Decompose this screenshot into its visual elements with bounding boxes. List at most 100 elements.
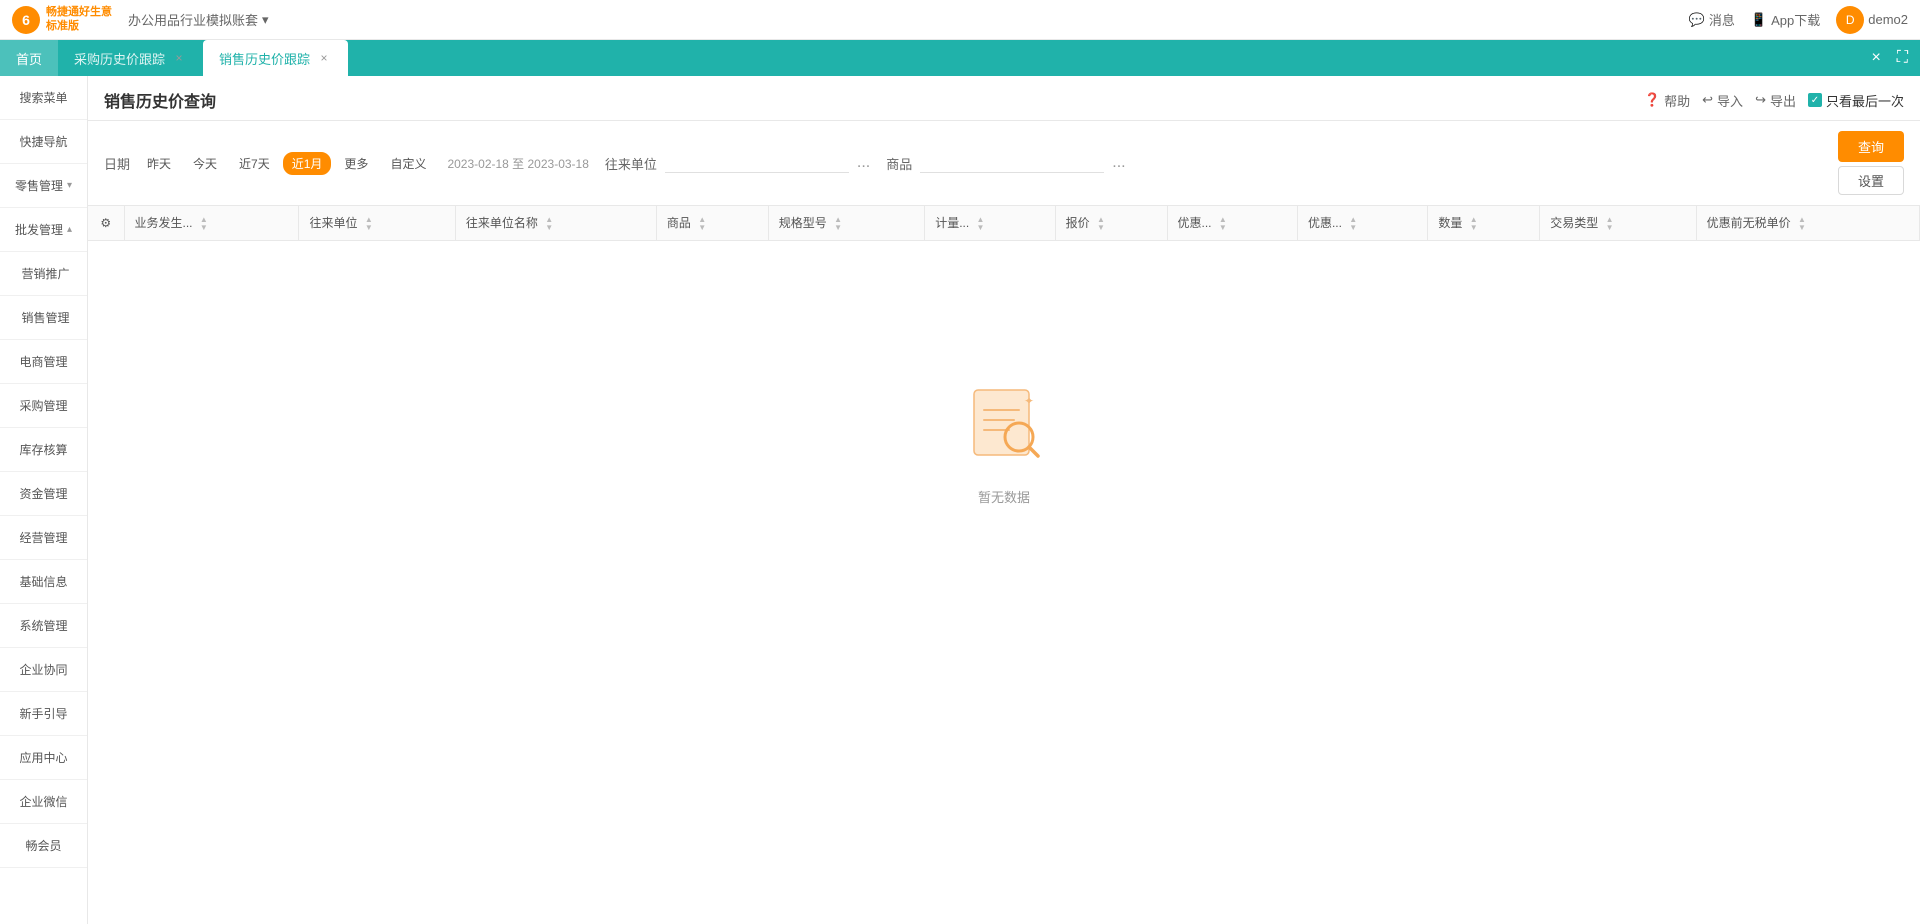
col-spec[interactable]: 规格型号 ▲▼ <box>768 206 924 240</box>
query-btn[interactable]: 查询 <box>1838 131 1904 162</box>
help-label: 帮助 <box>1664 91 1690 110</box>
only-last-checkbox-label[interactable]: ✓ 只看最后一次 <box>1808 91 1904 110</box>
sidebar-item-retail-mgmt[interactable]: 零售管理 ▾ <box>0 164 87 208</box>
logo-icon: 6 <box>12 6 40 34</box>
table-container: ⚙ 业务发生... ▲▼ 往来单位 ▲▼ 往来单位名称 ▲▼ <box>88 206 1920 924</box>
col-pre-tax-price[interactable]: 优惠前无税单价 ▲▼ <box>1696 206 1919 240</box>
col-discount2[interactable]: 优惠... ▲▼ <box>1297 206 1427 240</box>
sidebar-label-retail-mgmt: 零售管理 <box>15 177 63 194</box>
tab-sales-history-close[interactable]: × <box>316 50 332 66</box>
col-partner-name[interactable]: 往来单位名称 ▲▼ <box>455 206 656 240</box>
retail-arrow-icon: ▾ <box>67 180 72 191</box>
sidebar-item-new-guide[interactable]: 新手引导 <box>0 692 87 736</box>
col-unit[interactable]: 计量... ▲▼ <box>925 206 1055 240</box>
col-discount1[interactable]: 优惠... ▲▼ <box>1167 206 1297 240</box>
settings-btn[interactable]: 设置 <box>1838 166 1904 195</box>
message-icon: 💬 <box>1689 12 1705 28</box>
col-goods[interactable]: 商品 ▲▼ <box>656 206 768 240</box>
wholesale-arrow-icon: ▴ <box>67 224 72 235</box>
sidebar-item-app-center[interactable]: 应用中心 <box>0 736 87 780</box>
sort-arrows-unit: ▲▼ <box>977 216 985 232</box>
page-header: 销售历史价查询 ❓ 帮助 ↩ 导入 ↪ 导出 ✓ 只看最后一次 <box>88 76 1920 121</box>
tab-sales-history[interactable]: 销售历史价跟踪 × <box>203 40 348 76</box>
page-header-actions: ❓ 帮助 ↩ 导入 ↪ 导出 ✓ 只看最后一次 <box>1644 91 1904 110</box>
col-partner-code[interactable]: 往来单位 ▲▼ <box>299 206 455 240</box>
export-label: 导出 <box>1770 91 1796 110</box>
svg-text:✦: ✦ <box>1024 394 1034 408</box>
message-label: 消息 <box>1709 10 1735 29</box>
sidebar-item-wholesale-mgmt[interactable]: 批发管理 ▴ <box>0 208 87 252</box>
filter-action-btns: 查询 设置 <box>1838 131 1904 195</box>
fullscreen-btn[interactable]: ⛶ <box>1893 45 1912 71</box>
date-btn-7days[interactable]: 近7天 <box>230 152 279 175</box>
message-btn[interactable]: 💬 消息 <box>1689 10 1735 29</box>
partner-filter-input[interactable] <box>665 153 849 173</box>
sort-arrows-partner: ▲▼ <box>365 216 373 232</box>
partner-dots-btn[interactable]: ... <box>857 154 870 172</box>
sidebar-item-enterprise-wechat[interactable]: 企业微信 <box>0 780 87 824</box>
date-btn-more[interactable]: 更多 <box>335 152 377 175</box>
goods-filter-input[interactable] <box>920 153 1104 173</box>
date-btn-yesterday[interactable]: 昨天 <box>138 152 180 175</box>
sidebar-item-inventory[interactable]: 库存核算 <box>0 428 87 472</box>
sidebar-label-finance-mgmt: 资金管理 <box>19 485 67 502</box>
sidebar-item-search-menu[interactable]: 搜索菜单 <box>0 76 87 120</box>
sidebar-label-basic-info: 基础信息 <box>19 573 67 590</box>
sort-arrows-biz-date: ▲▼ <box>200 216 208 232</box>
col-quote[interactable]: 报价 ▲▼ <box>1055 206 1167 240</box>
date-range-text: 2023-02-18 至 2023-03-18 <box>447 155 588 172</box>
date-btn-1month[interactable]: 近1月 <box>283 152 332 175</box>
export-btn[interactable]: ↪ 导出 <box>1755 91 1796 110</box>
col-settings[interactable]: ⚙ <box>88 206 124 240</box>
partner-filter-label: 往来单位 <box>605 154 657 173</box>
tab-purchase-history[interactable]: 采购历史价跟踪 × <box>58 40 203 76</box>
sidebar-label-marketing: 营销推广 <box>21 265 69 282</box>
sidebar-item-system-mgmt[interactable]: 系统管理 <box>0 604 87 648</box>
content-area: 销售历史价查询 ❓ 帮助 ↩ 导入 ↪ 导出 ✓ 只看最后一次 <box>88 76 1920 924</box>
sort-arrows-quantity: ▲▼ <box>1470 216 1478 232</box>
sidebar-item-member[interactable]: 畅会员 <box>0 824 87 868</box>
sidebar-item-quick-nav[interactable]: 快捷导航 <box>0 120 87 164</box>
partner-filter-group: 往来单位 ... <box>605 153 870 173</box>
date-btn-custom[interactable]: 自定义 <box>381 152 435 175</box>
sidebar-item-marketing[interactable]: 营销推广 <box>0 252 87 296</box>
main-layout: 搜索菜单 快捷导航 零售管理 ▾ 批发管理 ▴ 营销推广 销售管理 电商管理 采… <box>0 76 1920 924</box>
help-icon: ❓ <box>1644 92 1660 108</box>
app-icon: 📱 <box>1751 12 1767 28</box>
export-icon: ↪ <box>1755 92 1766 108</box>
import-btn[interactable]: ↩ 导入 <box>1702 91 1743 110</box>
tab-purchase-history-close[interactable]: × <box>171 50 187 66</box>
sidebar-item-basic-info[interactable]: 基础信息 <box>0 560 87 604</box>
sidebar-item-operations-mgmt[interactable]: 经营管理 <box>0 516 87 560</box>
col-biz-date[interactable]: 业务发生... ▲▼ <box>124 206 299 240</box>
tab-home[interactable]: 首页 <box>0 40 58 76</box>
only-last-checkbox[interactable]: ✓ <box>1808 93 1822 107</box>
sidebar-label-quick-nav: 快捷导航 <box>19 133 67 150</box>
table-header-row: ⚙ 业务发生... ▲▼ 往来单位 ▲▼ 往来单位名称 ▲▼ <box>88 206 1920 240</box>
sidebar-item-finance-mgmt[interactable]: 资金管理 <box>0 472 87 516</box>
sort-arrows-goods: ▲▼ <box>698 216 706 232</box>
sidebar-label-enterprise-wechat: 企业微信 <box>19 793 67 810</box>
goods-dots-btn[interactable]: ... <box>1112 154 1125 172</box>
top-header: 6 畅捷通好生意 标准版 办公用品行业模拟账套 ▾ 💬 消息 📱 App下载 D… <box>0 0 1920 40</box>
sidebar-label-app-center: 应用中心 <box>19 749 67 766</box>
help-btn[interactable]: ❓ 帮助 <box>1644 91 1690 110</box>
tab-purchase-history-label: 采购历史价跟踪 <box>74 49 165 68</box>
close-all-btn[interactable]: × <box>1867 45 1884 71</box>
sidebar-label-purchase-mgmt: 采购管理 <box>19 397 67 414</box>
empty-text: 暂无数据 <box>978 487 1030 506</box>
account-dropdown[interactable]: 办公用品行业模拟账套 ▾ <box>120 6 277 33</box>
sidebar-item-enterprise-collab[interactable]: 企业协同 <box>0 648 87 692</box>
import-icon: ↩ <box>1702 92 1713 108</box>
sidebar-item-purchase-mgmt[interactable]: 采购管理 <box>0 384 87 428</box>
col-trade-type[interactable]: 交易类型 ▲▼ <box>1540 206 1696 240</box>
sidebar-item-ecommerce-mgmt[interactable]: 电商管理 <box>0 340 87 384</box>
user-profile-btn[interactable]: D demo2 <box>1836 6 1908 34</box>
date-filter-label: 日期 <box>104 154 130 173</box>
col-quantity[interactable]: 数量 ▲▼ <box>1428 206 1540 240</box>
date-btn-today[interactable]: 今天 <box>184 152 226 175</box>
sidebar-label-operations-mgmt: 经营管理 <box>19 529 67 546</box>
sidebar-label-sales-mgmt: 销售管理 <box>21 309 69 326</box>
app-download-btn[interactable]: 📱 App下载 <box>1751 10 1820 29</box>
sidebar-item-sales-mgmt[interactable]: 销售管理 <box>0 296 87 340</box>
